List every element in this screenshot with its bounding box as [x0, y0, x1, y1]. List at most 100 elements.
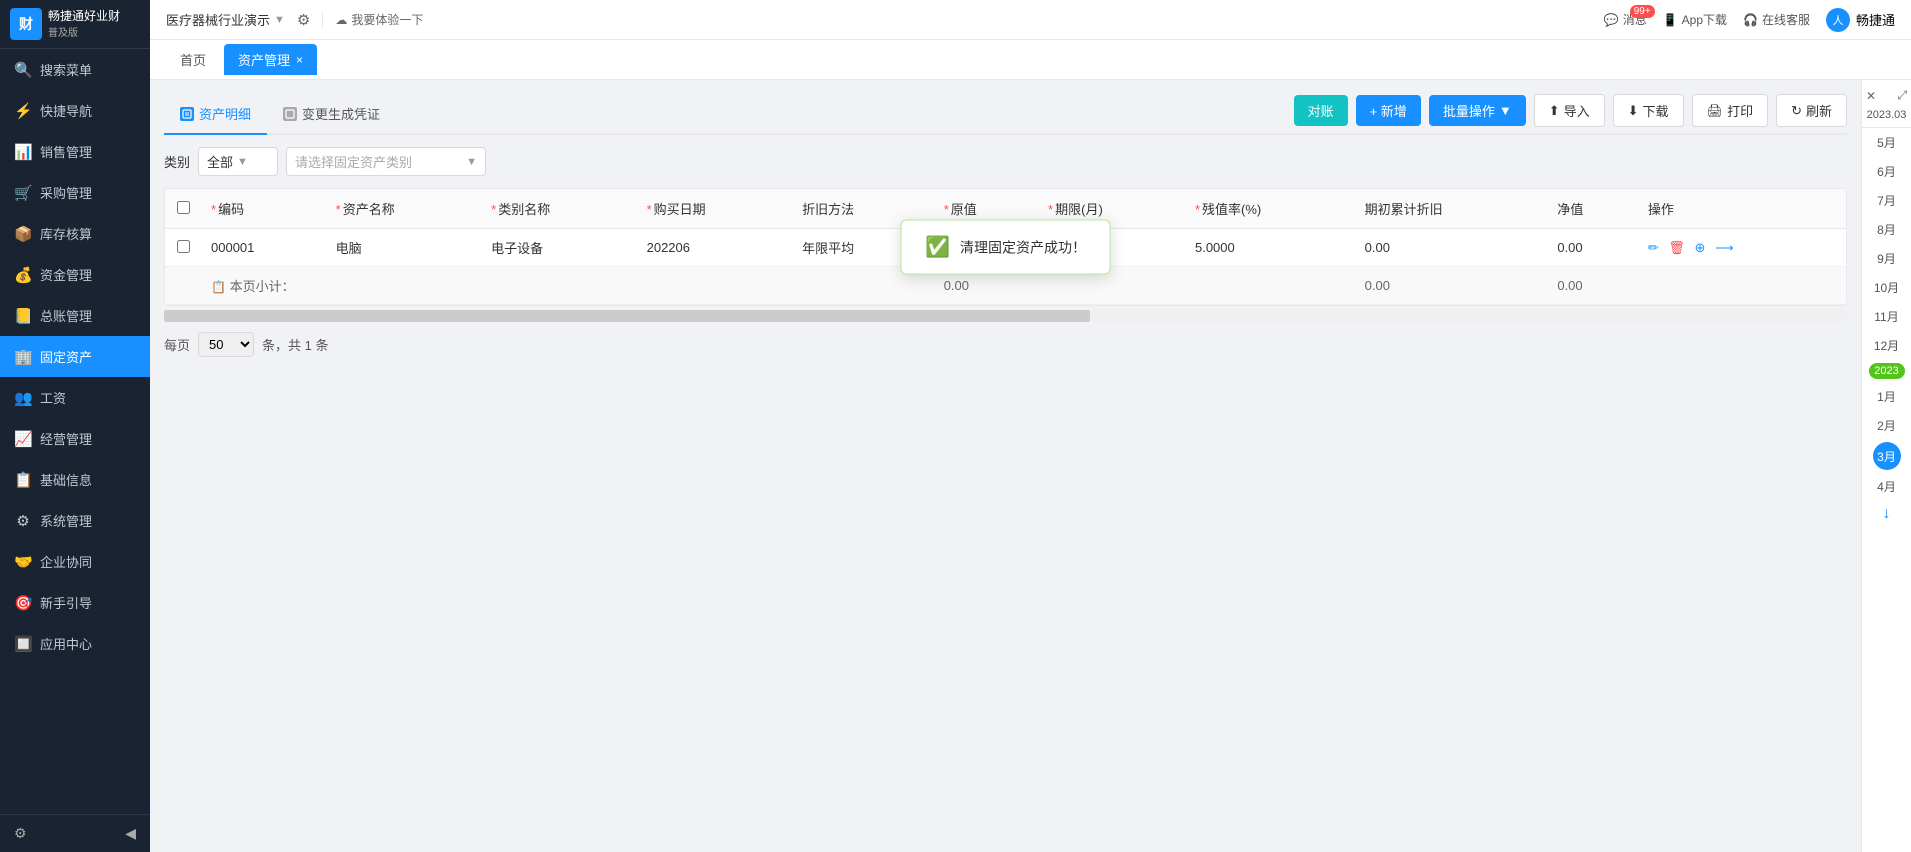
download-icon: 📱: [1663, 13, 1678, 27]
month-1[interactable]: 1月: [1869, 382, 1905, 411]
toast-success-icon: ✅: [925, 235, 950, 260]
select-all-checkbox[interactable]: [177, 201, 190, 214]
print-button[interactable]: 🖨 打印: [1692, 94, 1769, 127]
collapse-icon[interactable]: ◀: [125, 825, 136, 842]
sidebar-item-guide[interactable]: 🎯 新手引导: [0, 582, 150, 623]
company-name: 医疗器械行业演示: [166, 10, 270, 29]
sidebar-item-search[interactable]: 🔍 搜索菜单: [0, 49, 150, 90]
month-2[interactable]: 2月: [1869, 411, 1905, 440]
sub-tab-change-voucher[interactable]: 变更生成凭证: [267, 94, 396, 135]
cell-residual-rate: 5.0000: [1185, 229, 1355, 267]
month-10[interactable]: 10月: [1869, 273, 1905, 302]
sidebar-item-label: 快捷导航: [40, 101, 92, 120]
subtotal-label: 本页小计：: [230, 279, 295, 294]
year-tag-2023[interactable]: 2023: [1869, 363, 1905, 379]
sidebar-item-purchase[interactable]: 🛒 采购管理: [0, 172, 150, 213]
message-button[interactable]: 💬 消息 99+: [1604, 11, 1647, 28]
sidebar-item-inventory[interactable]: 📦 库存核算: [0, 213, 150, 254]
month-12[interactable]: 12月: [1869, 331, 1905, 360]
month-9[interactable]: 9月: [1869, 244, 1905, 273]
subtotal-empty-1: [165, 267, 201, 305]
cooperation-icon: 🤝: [14, 553, 32, 571]
col-net-value: 净值: [1547, 189, 1637, 229]
experience-button[interactable]: ☁ 我要体验一下: [335, 11, 423, 28]
online-service-label: 在线客服: [1762, 11, 1810, 28]
sidebar-item-cooperation[interactable]: 🤝 企业协同: [0, 541, 150, 582]
col-name: *资产名称: [326, 189, 481, 229]
cell-code: 000001: [201, 229, 326, 267]
cell-accumulated: 0.00: [1355, 229, 1548, 267]
asset-table: *编码 *资产名称 *类别名称 *购买日期 折旧方法 *原值 *期限(月) *残…: [164, 188, 1847, 306]
copy-action-icon[interactable]: ⊕: [1694, 240, 1705, 255]
asset-category-placeholder: 请选择固定资产类别: [295, 152, 412, 171]
month-8[interactable]: 8月: [1869, 215, 1905, 244]
tab-asset-management[interactable]: 资产管理 ×: [224, 44, 317, 75]
sidebar-item-capital[interactable]: 💰 资金管理: [0, 254, 150, 295]
user-name: 畅捷通: [1856, 10, 1895, 29]
asset-category-filter[interactable]: 请选择固定资产类别 ▼: [286, 147, 486, 176]
col-residual-rate: *残值率(%): [1185, 189, 1355, 229]
toast-overlay: ✅ 清理固定资产成功！: [900, 220, 1111, 275]
sidebar-item-label: 企业协同: [40, 552, 92, 571]
sub-tab-asset-detail[interactable]: 资产明细: [164, 94, 267, 135]
tab-close-icon[interactable]: ×: [296, 53, 303, 67]
month-11[interactable]: 11月: [1869, 302, 1905, 331]
sidebar-item-label: 系统管理: [40, 511, 92, 530]
month-3-current[interactable]: 3月: [1873, 442, 1901, 470]
year-month-label: 2023.03: [1867, 107, 1907, 123]
app-download-button[interactable]: 📱 App下载: [1663, 11, 1727, 28]
month-7[interactable]: 7月: [1869, 186, 1905, 215]
edit-action-icon[interactable]: ✏: [1648, 240, 1659, 255]
app-center-icon: 🔲: [14, 635, 32, 653]
new-button[interactable]: + 新增: [1356, 95, 1421, 126]
message-badge: 99+: [1630, 5, 1655, 18]
sidebar-item-basic-info[interactable]: 📋 基础信息: [0, 459, 150, 500]
online-service-button[interactable]: 🎧 在线客服: [1743, 11, 1810, 28]
tab-home-label: 首页: [180, 53, 206, 68]
refresh-button[interactable]: ↻ 刷新: [1776, 94, 1847, 127]
sidebar-item-label: 固定资产: [40, 347, 92, 366]
sidebar-item-quick-nav[interactable]: ⚡ 快捷导航: [0, 90, 150, 131]
expand-panel-icon[interactable]: ⤢: [1897, 88, 1907, 103]
tab-active-label: 资产管理: [238, 50, 290, 69]
sidebar-item-sales[interactable]: 📊 销售管理: [0, 131, 150, 172]
sidebar-item-fixed-assets[interactable]: 🏢 固定资产: [0, 336, 150, 377]
tabs-bar: 首页 资产管理 ×: [150, 40, 1911, 80]
settings-icon[interactable]: ⚙: [14, 825, 27, 842]
reconcile-button[interactable]: 对账: [1294, 95, 1348, 126]
user-profile[interactable]: 人 畅捷通: [1826, 8, 1895, 32]
sidebar-item-payroll[interactable]: 👥 工资: [0, 377, 150, 418]
row-checkbox[interactable]: [177, 240, 190, 253]
sidebar-item-label: 搜索菜单: [40, 60, 92, 79]
delete-action-icon[interactable]: 🗑: [1668, 240, 1685, 255]
month-4[interactable]: 4月: [1869, 472, 1905, 501]
sidebar-item-label: 销售管理: [40, 142, 92, 161]
per-page-select[interactable]: 50 100 200: [198, 332, 254, 357]
close-panel-icon[interactable]: ✕: [1866, 89, 1876, 103]
inventory-icon: 📦: [14, 225, 32, 243]
sidebar-item-app-center[interactable]: 🔲 应用中心: [0, 623, 150, 664]
sidebar-collapse[interactable]: [144, 406, 150, 446]
month-6[interactable]: 6月: [1869, 157, 1905, 186]
company-selector[interactable]: 医疗器械行业演示 ▼: [166, 10, 285, 29]
scroll-down-icon[interactable]: ↓: [1879, 501, 1895, 527]
sidebar-item-system[interactable]: ⚙ 系统管理: [0, 500, 150, 541]
payroll-icon: 👥: [14, 389, 32, 407]
sub-tabs: 资产明细 变更生成凭证 对账 + 新增: [164, 94, 1847, 135]
tab-home[interactable]: 首页: [166, 44, 220, 75]
import-button[interactable]: ⬆ 导入: [1534, 94, 1605, 127]
topbar-gear-button[interactable]: ⚙: [297, 11, 310, 29]
right-panel-header: ✕ ⤢ 2023.03: [1862, 80, 1911, 128]
horizontal-scrollbar[interactable]: [164, 310, 1847, 322]
month-5[interactable]: 5月: [1869, 128, 1905, 157]
sidebar-item-label: 总账管理: [40, 306, 92, 325]
download-button[interactable]: ⬇ 下载: [1613, 94, 1684, 127]
refresh-icon: ↻: [1791, 103, 1802, 119]
sidebar-item-ledger[interactable]: 📒 总账管理: [0, 295, 150, 336]
sidebar-item-operations[interactable]: 📈 经营管理: [0, 418, 150, 459]
category-filter[interactable]: 全部 ▼: [198, 147, 278, 176]
more-action-icon[interactable]: ⟶: [1715, 240, 1734, 255]
batch-button[interactable]: 批量操作 ▼: [1429, 95, 1526, 126]
refresh-label: 刷新: [1806, 101, 1832, 120]
checkbox-header: [165, 189, 201, 229]
